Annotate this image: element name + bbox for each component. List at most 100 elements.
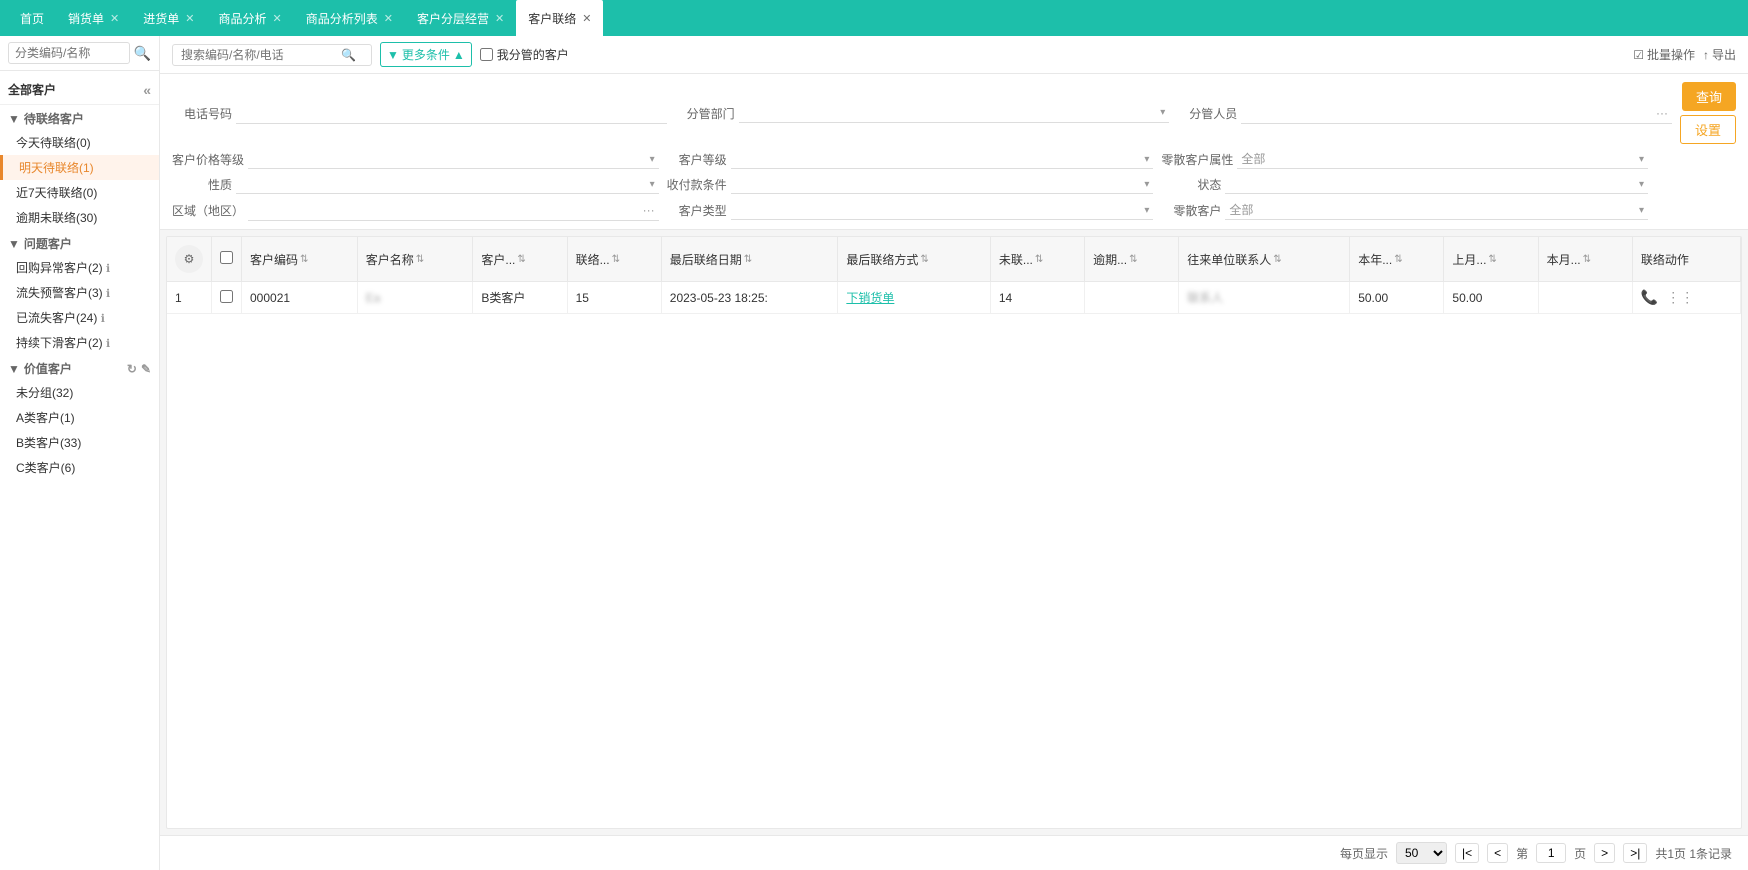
filter-nature-label: 性质 — [172, 176, 232, 193]
sort-icon-contact: ⇅ — [612, 254, 620, 265]
grid-icon[interactable]: ⋮⋮ — [1666, 289, 1694, 306]
filter-phone-input[interactable] — [236, 103, 667, 124]
filter-scatter-select[interactable]: 全部 — [1229, 203, 1639, 217]
setting-btn[interactable]: 设置 — [1680, 115, 1736, 144]
query-btn[interactable]: 查询 — [1682, 82, 1736, 111]
next-page-btn[interactable]: > — [1594, 843, 1615, 863]
filter-nature-select[interactable] — [240, 177, 650, 191]
prev-page-btn[interactable]: < — [1487, 843, 1508, 863]
filter-row-3: 区域（地区） ··· 客户类型 ▾ 零散客户 — [172, 200, 1736, 221]
filter-btn-label: 更多条件 — [402, 46, 450, 63]
th-this-month[interactable]: 本月... ⇅ — [1538, 237, 1632, 282]
search-icon[interactable]: 🔍 — [341, 48, 356, 62]
cell-last-date: 2023-05-23 18:25: — [661, 282, 838, 314]
sidebar-item-overdue-label: 逾期未联络(30) — [16, 211, 97, 225]
sidebar-item-today[interactable]: 今天待联络(0) — [0, 130, 159, 155]
th-last-contact-method[interactable]: 最后联络方式 ⇅ — [838, 237, 991, 282]
sidebar-item-type-b[interactable]: B类客户(33) — [0, 430, 159, 455]
th-customer-code[interactable]: 客户编码 ⇅ — [242, 237, 358, 282]
filter-btn[interactable]: ▼ 更多条件 ▲ — [380, 42, 472, 67]
th-contact-count[interactable]: 联络... ⇅ — [567, 237, 661, 282]
nav-item-4[interactable]: 客户分层经营 ✕ — [405, 0, 516, 36]
filter-scatter-attr-select[interactable]: 全部 — [1241, 152, 1639, 166]
close-icon-2[interactable]: ✕ — [273, 12, 282, 25]
nav-item-3[interactable]: 商品分析列表 ✕ — [294, 0, 405, 36]
filter-cell-nature: 性质 ▾ — [172, 175, 659, 194]
chevron-down-icon-status: ▾ — [1639, 179, 1644, 190]
export-btn[interactable]: ↑ 导出 — [1703, 46, 1736, 63]
sidebar-item-ungrouped[interactable]: 未分组(32) — [0, 380, 159, 405]
nav-home[interactable]: 首页 — [8, 0, 56, 36]
th-gear[interactable]: ⚙ — [167, 237, 212, 282]
sidebar-search-input[interactable] — [8, 42, 130, 64]
filter-row-0: 电话号码 分管部门 ▾ 分管人员 ··· — [172, 82, 1736, 144]
last-method-link[interactable]: 下销货单 — [846, 291, 894, 305]
chevron-down-icon-scatter2: ▾ — [1639, 205, 1644, 216]
filter-customer-level-select[interactable] — [735, 152, 1145, 166]
th-last-contact-date[interactable]: 最后联络日期 ⇅ — [661, 237, 838, 282]
filter-cell-price-level: 客户价格等级 ▾ — [172, 150, 659, 169]
sidebar-item-repurchase-label: 回购异常客户(2) — [16, 261, 103, 275]
collapse-icon[interactable]: « — [143, 82, 151, 98]
sidebar-item-tomorrow-label: 明天待联络(1) — [19, 161, 94, 175]
sidebar-item-7days[interactable]: 近7天待联络(0) — [0, 180, 159, 205]
batch-op-btn[interactable]: ☑ 批量操作 — [1633, 46, 1695, 63]
gear-icon[interactable]: ⚙ — [175, 245, 203, 273]
close-icon-4[interactable]: ✕ — [495, 12, 504, 25]
th-unlinkday[interactable]: 未联... ⇅ — [990, 237, 1084, 282]
nav-item-5[interactable]: 客户联络 ✕ — [516, 0, 603, 36]
sidebar-item-type-a[interactable]: A类客户(1) — [0, 405, 159, 430]
nav-item-2[interactable]: 商品分析 ✕ — [206, 0, 293, 36]
th-last-month[interactable]: 上月... ⇅ — [1444, 237, 1538, 282]
sidebar-item-overdue[interactable]: 逾期未联络(30) — [0, 205, 159, 230]
page-size-select[interactable]: 50 100 — [1396, 842, 1447, 864]
filter-status-select[interactable] — [1229, 177, 1639, 191]
filter-payment-select[interactable] — [735, 177, 1145, 191]
sidebar-item-churn-warning[interactable]: 流失预警客户(3) ℹ — [0, 280, 159, 305]
close-icon-5[interactable]: ✕ — [582, 12, 591, 25]
filter-cell-status: 状态 ▾ — [1161, 175, 1648, 194]
th-customer-type[interactable]: 客户... ⇅ — [473, 237, 567, 282]
phone-icon[interactable]: 📞 — [1641, 289, 1658, 306]
first-page-btn[interactable]: |< — [1455, 843, 1479, 863]
my-customers-checkbox-label[interactable]: 我分管的客户 — [480, 46, 569, 63]
dots-icon-region[interactable]: ··· — [643, 203, 655, 217]
th-contact-person[interactable]: 往来单位联系人 ⇅ — [1179, 237, 1350, 282]
chevron-down-icon-dept: ▾ — [1160, 107, 1165, 118]
close-icon-3[interactable]: ✕ — [384, 12, 393, 25]
sidebar-item-repurchase-abnormal[interactable]: 回购异常客户(2) ℹ — [0, 255, 159, 280]
table-header-row: ⚙ 客户编码 ⇅ 客户名称 — [167, 237, 1741, 282]
th-this-year[interactable]: 本年... ⇅ — [1350, 237, 1444, 282]
sidebar-search-icon[interactable]: 🔍 — [134, 45, 151, 62]
th-overdue[interactable]: 逾期... ⇅ — [1085, 237, 1179, 282]
sort-icon-date: ⇅ — [744, 254, 752, 265]
sidebar-item-type-c[interactable]: C类客户(6) — [0, 455, 159, 480]
filter-cell-dept: 分管部门 ▾ — [675, 104, 1170, 123]
nav-item-0[interactable]: 销货单 ✕ — [56, 0, 131, 36]
filter-panel: 电话号码 分管部门 ▾ 分管人员 ··· — [160, 74, 1748, 230]
row-checkbox[interactable] — [220, 290, 233, 303]
sidebar-item-type-c-label: C类客户(6) — [16, 461, 75, 475]
close-icon-1[interactable]: ✕ — [185, 12, 194, 25]
th-checkbox — [212, 237, 242, 282]
edit-icon[interactable]: ✎ — [141, 362, 151, 376]
th-customer-name[interactable]: 客户名称 ⇅ — [357, 237, 473, 282]
nav-item-1[interactable]: 进货单 ✕ — [131, 0, 206, 36]
filter-customer-type-select[interactable] — [735, 203, 1145, 217]
select-all-checkbox[interactable] — [220, 251, 233, 264]
cell-checkbox[interactable] — [212, 282, 242, 314]
search-input[interactable] — [181, 48, 341, 62]
sidebar-item-tomorrow[interactable]: 明天待联络(1) — [0, 155, 159, 180]
close-icon-0[interactable]: ✕ — [110, 12, 119, 25]
last-page-btn[interactable]: >| — [1623, 843, 1647, 863]
cell-last-method[interactable]: 下销货单 — [838, 282, 991, 314]
filter-price-level-select[interactable] — [252, 152, 650, 166]
filter-dept-select[interactable] — [743, 106, 1161, 120]
my-customers-checkbox[interactable] — [480, 48, 493, 61]
dots-icon-manager[interactable]: ··· — [1656, 106, 1668, 120]
sidebar-item-declining[interactable]: 持续下滑客户(2) ℹ — [0, 330, 159, 355]
page-number-input[interactable] — [1536, 843, 1566, 863]
refresh-icon[interactable]: ↻ — [127, 362, 137, 376]
sidebar-item-churned[interactable]: 已流失客户(24) ℹ — [0, 305, 159, 330]
filter-row-1: 客户价格等级 ▾ 客户等级 ▾ — [172, 150, 1736, 169]
